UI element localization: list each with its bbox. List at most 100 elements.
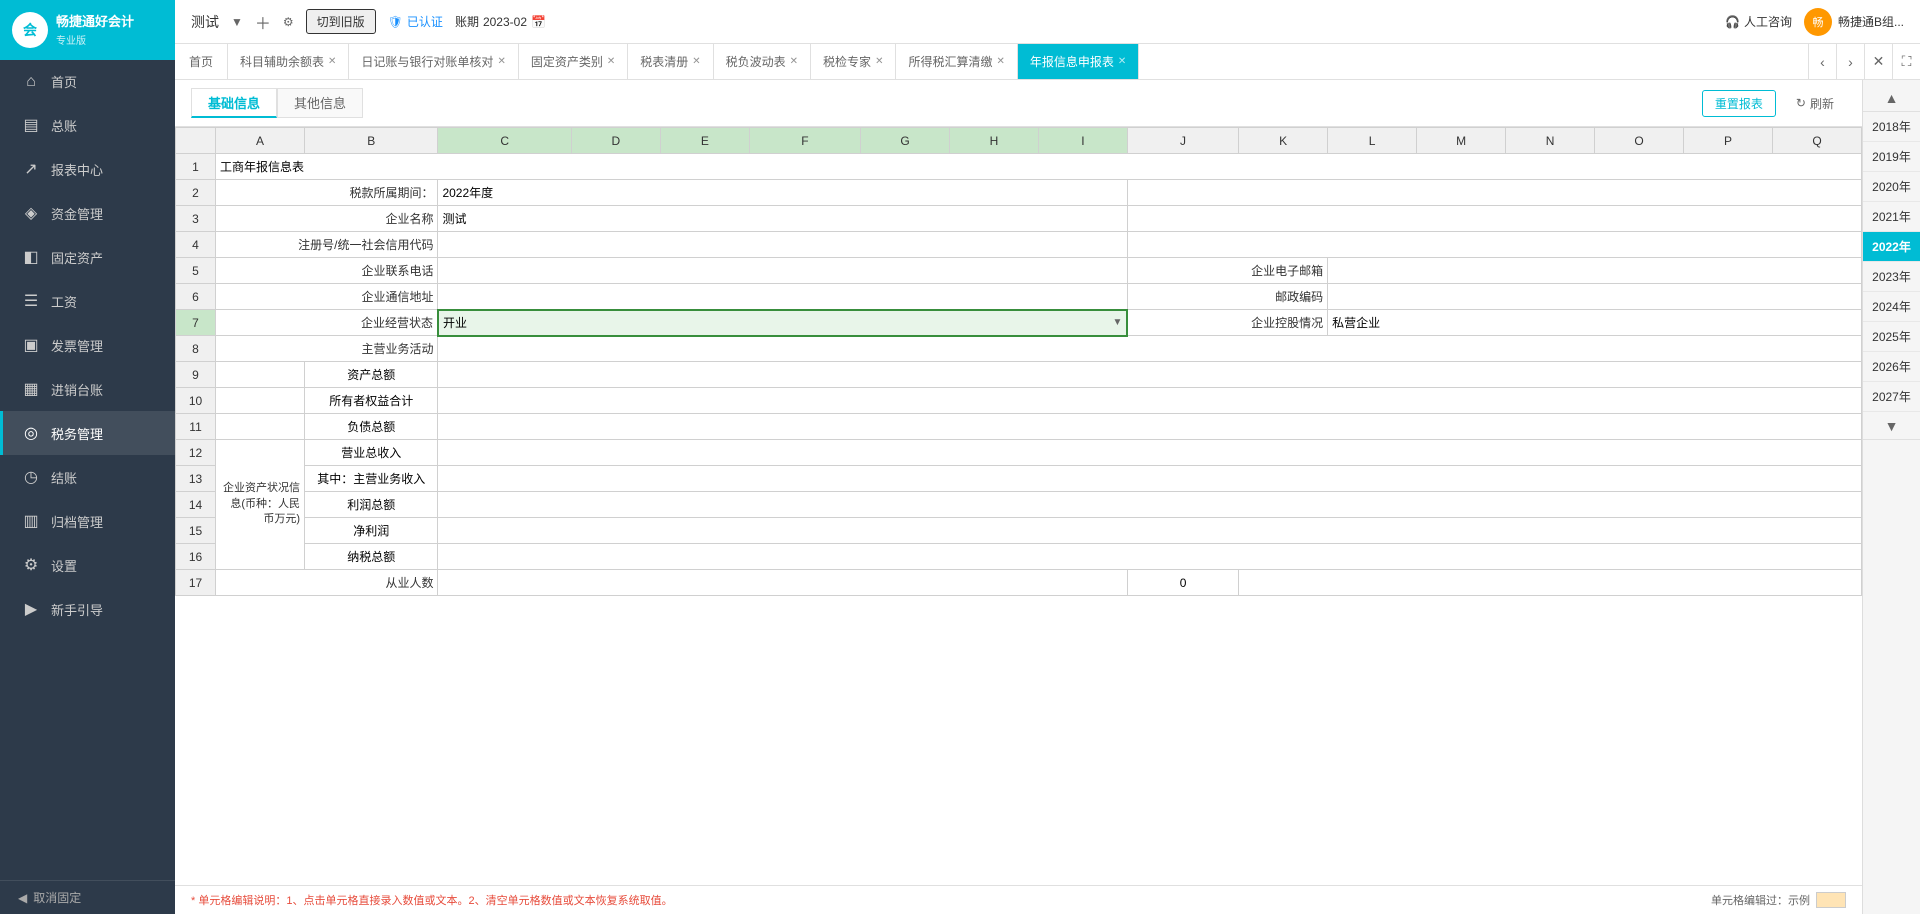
cell-5-phone[interactable] bbox=[438, 258, 1128, 284]
year-2020[interactable]: 2020年 bbox=[1863, 172, 1920, 202]
switch-old-button[interactable]: 切到旧版 bbox=[306, 9, 376, 34]
sidebar-item-ledger[interactable]: ▤ 总账 bbox=[0, 103, 175, 147]
tab-incometax-close[interactable]: ✕ bbox=[996, 56, 1004, 67]
tab-taxexpert-label: 税检专家 bbox=[823, 53, 871, 70]
tab-journal[interactable]: 日记账与银行对账单核对 ✕ bbox=[349, 44, 518, 79]
sheet-tab-basic[interactable]: 基础信息 bbox=[191, 88, 277, 118]
tab-taxwave[interactable]: 税负波动表 ✕ bbox=[714, 44, 811, 79]
cell-title[interactable]: 工商年报信息表 bbox=[216, 154, 1862, 180]
sidebar-item-invoice[interactable]: ▣ 发票管理 bbox=[0, 323, 175, 367]
tab-close-all-button[interactable]: ✕ bbox=[1864, 44, 1892, 80]
year-nav-down[interactable]: ▼ bbox=[1863, 412, 1920, 440]
cell-10-value[interactable] bbox=[438, 388, 1862, 414]
sidebar-label-ledger: 总账 bbox=[51, 116, 77, 135]
topbar: 测试 ▼ ＋ ⚙ 切到旧版 🛡 已认证 账期 2023-02 📅 🎧 人工咨询 … bbox=[175, 0, 1920, 44]
period-value: 2023-02 bbox=[483, 15, 527, 29]
tab-aux-close[interactable]: ✕ bbox=[328, 56, 336, 67]
tab-journal-label: 日记账与银行对账单核对 bbox=[361, 53, 493, 70]
topbar-dropdown-arrow[interactable]: ▼ bbox=[231, 15, 243, 29]
spreadsheet-wrapper[interactable]: A B C D E F G H I J K L M bbox=[175, 127, 1862, 885]
tab-home[interactable]: 首页 bbox=[175, 44, 228, 79]
cell-9-value[interactable] bbox=[438, 362, 1862, 388]
tab-next-button[interactable]: › bbox=[1836, 44, 1864, 80]
sheet-tab-other[interactable]: 其他信息 bbox=[277, 88, 363, 118]
calendar-icon[interactable]: 📅 bbox=[531, 15, 546, 29]
topbar-settings-button[interactable]: ⚙ bbox=[283, 15, 294, 29]
year-2018[interactable]: 2018年 bbox=[1863, 112, 1920, 142]
reset-report-button[interactable]: 重置报表 bbox=[1702, 90, 1776, 117]
cell-17-label: 从业人数 bbox=[216, 570, 438, 596]
collapse-icon: ◀ bbox=[18, 891, 27, 905]
example-box bbox=[1816, 892, 1846, 908]
year-2023[interactable]: 2023年 bbox=[1863, 262, 1920, 292]
cell-13-value[interactable] bbox=[438, 466, 1862, 492]
cell-8-value[interactable] bbox=[438, 336, 1862, 362]
sidebar-item-purchase[interactable]: ▦ 进销台账 bbox=[0, 367, 175, 411]
tab-incometax[interactable]: 所得税汇算清缴 ✕ bbox=[896, 44, 1017, 79]
cell-11-label: 负债总额 bbox=[305, 414, 438, 440]
sidebar-item-salary[interactable]: ☰ 工资 bbox=[0, 279, 175, 323]
sidebar-item-closing[interactable]: ◷ 结账 bbox=[0, 455, 175, 499]
year-nav-up[interactable]: ▲ bbox=[1863, 84, 1920, 112]
cell-7-control-value[interactable]: 私营企业 bbox=[1328, 310, 1862, 336]
sidebar-collapse-button[interactable]: ◀ 取消固定 bbox=[0, 880, 175, 914]
tab-journal-close[interactable]: ✕ bbox=[497, 56, 505, 67]
year-2021[interactable]: 2021年 bbox=[1863, 202, 1920, 232]
cell-11-value[interactable] bbox=[438, 414, 1862, 440]
sidebar-item-archive[interactable]: ▥ 归档管理 bbox=[0, 499, 175, 543]
year-2026[interactable]: 2026年 bbox=[1863, 352, 1920, 382]
cell-7-value[interactable]: 开业 ▼ bbox=[438, 310, 1128, 336]
tab-expand-button[interactable]: ⛶ bbox=[1892, 44, 1920, 80]
tab-taxexpert[interactable]: 税检专家 ✕ bbox=[811, 44, 896, 79]
row-header-6: 6 bbox=[176, 284, 216, 310]
tab-taxwave-close[interactable]: ✕ bbox=[790, 56, 798, 67]
sidebar-item-report[interactable]: ↗ 报表中心 bbox=[0, 147, 175, 191]
sidebar-item-capital[interactable]: ◈ 资金管理 bbox=[0, 191, 175, 235]
topbar-add-button[interactable]: ＋ bbox=[255, 10, 271, 34]
tab-taxform[interactable]: 税表清册 ✕ bbox=[628, 44, 713, 79]
cell-5-email-value[interactable] bbox=[1328, 258, 1862, 284]
year-2027[interactable]: 2027年 bbox=[1863, 382, 1920, 412]
tab-prev-button[interactable]: ‹ bbox=[1808, 44, 1836, 80]
cell-5-label: 企业联系电话 bbox=[216, 258, 438, 284]
purchase-icon: ▦ bbox=[21, 379, 41, 399]
sidebar-item-tax[interactable]: ◎ 税务管理 bbox=[0, 411, 175, 455]
cell-3-value[interactable]: 测试 bbox=[438, 206, 1128, 232]
tab-taxexpert-close[interactable]: ✕ bbox=[875, 56, 883, 67]
cell-17-value[interactable] bbox=[438, 570, 1128, 596]
sidebar-item-home[interactable]: ⌂ 首页 bbox=[0, 60, 175, 103]
sidebar-label-settings: 设置 bbox=[51, 556, 77, 575]
main-content: 测试 ▼ ＋ ⚙ 切到旧版 🛡 已认证 账期 2023-02 📅 🎧 人工咨询 … bbox=[175, 0, 1920, 914]
cell-16-value[interactable] bbox=[438, 544, 1862, 570]
sidebar-item-assets[interactable]: ◧ 固定资产 bbox=[0, 235, 175, 279]
example-label: 单元格编辑过：示例 bbox=[1711, 892, 1810, 908]
row-header-9: 9 bbox=[176, 362, 216, 388]
tab-yearreport-label: 年报信息申报表 bbox=[1030, 53, 1114, 70]
year-2022[interactable]: 2022年 bbox=[1863, 232, 1920, 262]
cell-6-address[interactable] bbox=[438, 284, 1128, 310]
tab-fixed-close[interactable]: ✕ bbox=[607, 56, 615, 67]
service-button[interactable]: 🎧 人工咨询 bbox=[1725, 13, 1792, 30]
year-2024[interactable]: 2024年 bbox=[1863, 292, 1920, 322]
tab-fixed[interactable]: 固定资产类别 ✕ bbox=[519, 44, 628, 79]
year-2025[interactable]: 2025年 bbox=[1863, 322, 1920, 352]
cell-4-value[interactable] bbox=[438, 232, 1128, 258]
sidebar-label-salary: 工资 bbox=[51, 292, 77, 311]
cell-17-count[interactable]: 0 bbox=[1127, 570, 1238, 596]
tab-yearreport-close[interactable]: ✕ bbox=[1118, 56, 1126, 67]
refresh-button[interactable]: ↻ 刷新 bbox=[1784, 91, 1846, 116]
sidebar-item-guide[interactable]: ▶ 新手引导 bbox=[0, 587, 175, 631]
tab-taxform-close[interactable]: ✕ bbox=[692, 56, 700, 67]
cell-3-empty bbox=[1127, 206, 1861, 232]
cell-14-value[interactable] bbox=[438, 492, 1862, 518]
cell-12-value[interactable] bbox=[438, 440, 1862, 466]
tab-aux[interactable]: 科目辅助余额表 ✕ bbox=[228, 44, 349, 79]
tab-yearreport[interactable]: 年报信息申报表 ✕ bbox=[1018, 44, 1139, 79]
year-2019[interactable]: 2019年 bbox=[1863, 142, 1920, 172]
sheet-toolbar: 基础信息 其他信息 重置报表 ↻ 刷新 bbox=[175, 80, 1862, 127]
cell-15-value[interactable] bbox=[438, 518, 1862, 544]
cell-6-postal-value[interactable] bbox=[1328, 284, 1862, 310]
cell-2-value[interactable]: 2022年度 bbox=[438, 180, 1128, 206]
sidebar-item-settings[interactable]: ⚙ 设置 bbox=[0, 543, 175, 587]
user-menu[interactable]: 畅 畅捷通B组... bbox=[1804, 8, 1904, 36]
